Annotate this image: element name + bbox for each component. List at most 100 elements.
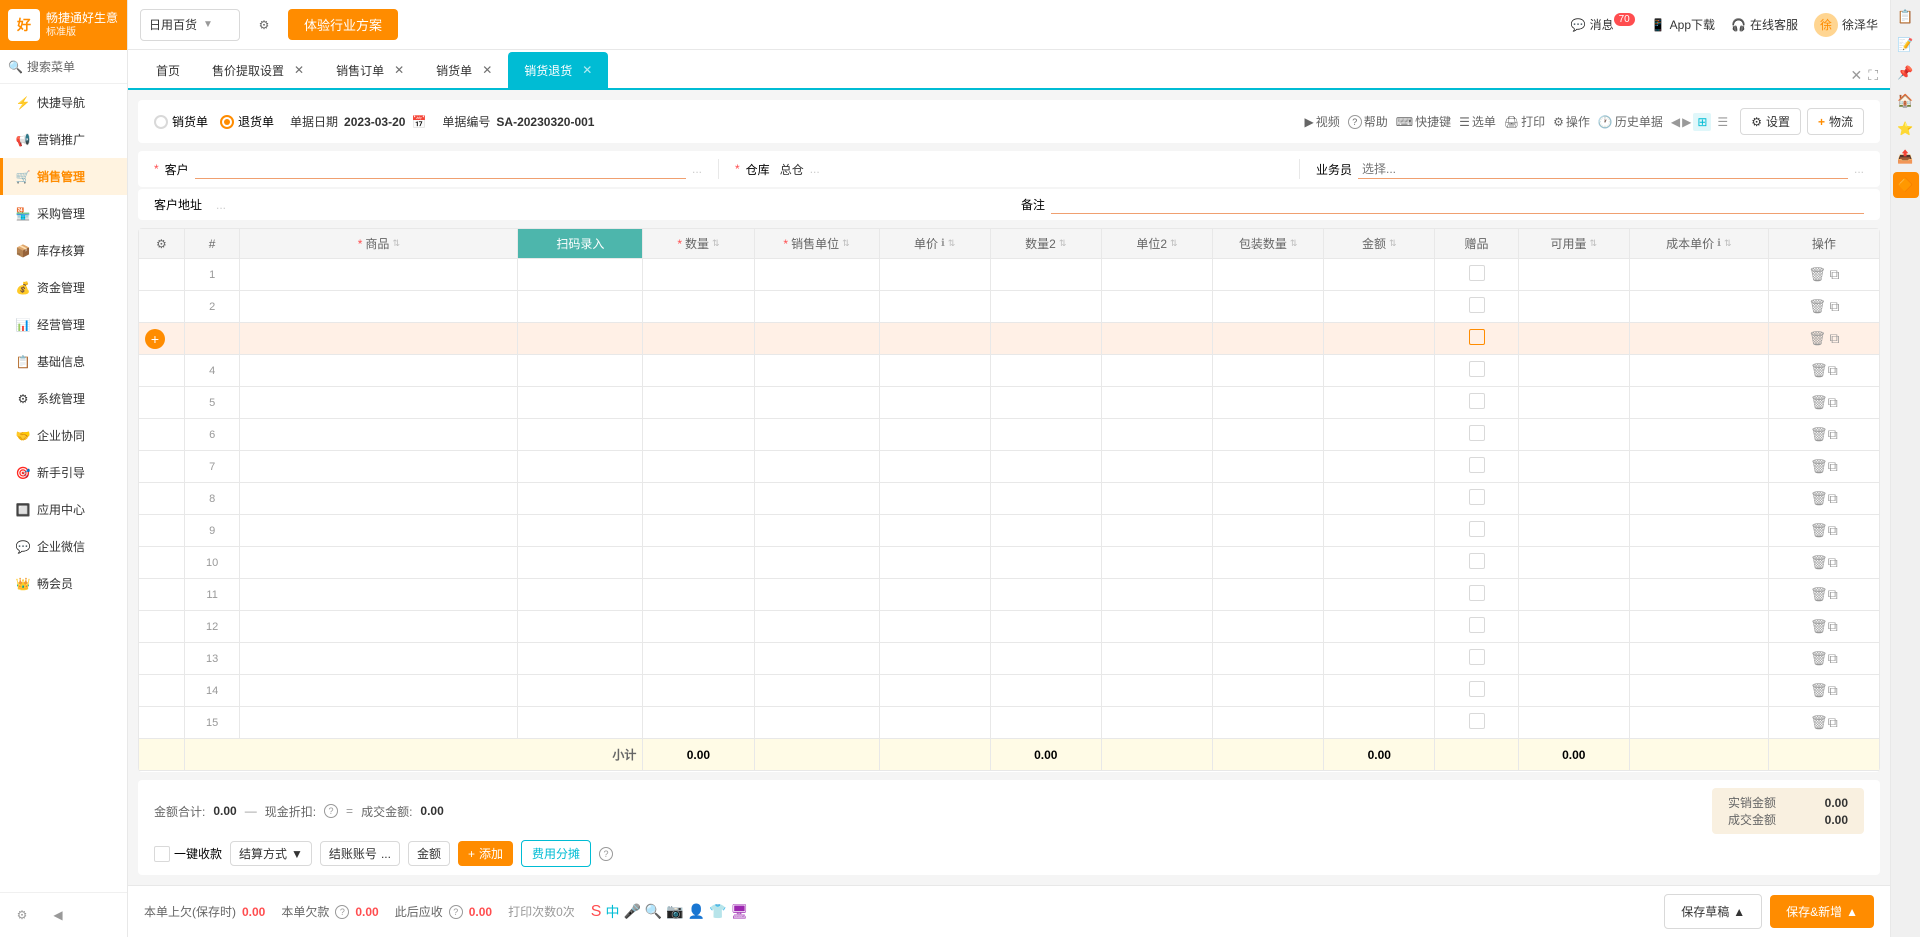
tab-close-sale-order[interactable]: ✕ (394, 63, 404, 77)
amount-sort-icon[interactable]: ⇅ (1389, 238, 1397, 249)
copy-icon[interactable]: ⧉ (1828, 394, 1838, 410)
gift-checkbox[interactable] (1469, 553, 1485, 569)
copy-icon[interactable]: ⧉ (1828, 714, 1838, 730)
topbar-settings-icon[interactable]: ⚙ (248, 9, 280, 41)
gift-checkbox[interactable] (1469, 617, 1485, 633)
gift-checkbox[interactable] (1469, 425, 1485, 441)
delete-icon[interactable]: 🗑 (1810, 426, 1828, 442)
view-grid-icon[interactable]: ⊞ (1693, 113, 1711, 131)
quantity-cell[interactable] (643, 291, 754, 323)
industry-select[interactable]: 日用百货 ▼ (140, 9, 240, 41)
qty-sort-icon[interactable]: ⇅ (712, 238, 720, 249)
one-click-checkbox[interactable] (154, 846, 170, 862)
gift-checkbox[interactable] (1469, 361, 1485, 377)
one-click-payment[interactable]: 一键收款 (154, 845, 222, 862)
toolbar-select[interactable]: ☰ 选单 (1459, 113, 1496, 130)
qty2-sort-icon[interactable]: ⇅ (1059, 238, 1067, 249)
gift-checkbox[interactable] (1469, 713, 1485, 729)
salesperson-dots[interactable]: ... (1854, 162, 1864, 176)
user2-icon[interactable]: 👤 (688, 903, 705, 920)
copy-icon[interactable]: ⧉ (1829, 330, 1839, 346)
qty2-cell[interactable] (990, 259, 1101, 291)
customer-input[interactable] (195, 160, 686, 179)
pack-qty-cell[interactable] (1213, 323, 1324, 355)
gift-checkbox[interactable] (1469, 393, 1485, 409)
sidebar-item-system[interactable]: ⚙ 系统管理 (0, 380, 127, 417)
sidebar-item-newguide[interactable]: 🎯 新手引导 (0, 454, 127, 491)
unit-price-cell[interactable] (879, 259, 990, 291)
delete-icon[interactable]: 🗑 (1810, 586, 1828, 602)
sidebar-item-quicknav[interactable]: ⚡ 快捷导航 (0, 84, 127, 121)
product-cell[interactable] (240, 259, 518, 291)
copy-icon[interactable]: ⧉ (1828, 458, 1838, 474)
product-cell[interactable] (240, 291, 518, 323)
sidebar-item-membership[interactable]: 👑 畅会员 (0, 565, 127, 602)
radio-return[interactable]: 退货单 (220, 113, 274, 130)
account-dots[interactable]: ... (381, 847, 391, 861)
delete-icon[interactable]: 🗑 (1810, 682, 1828, 698)
copy-icon[interactable]: ⧉ (1828, 650, 1838, 666)
sale-unit-cell[interactable] (754, 323, 879, 355)
right-panel-icon-pin[interactable]: 📌 (1893, 60, 1919, 86)
account-method-select[interactable]: 结算方式 ▼ (230, 841, 312, 866)
table-settings-icon[interactable]: ⚙ (156, 237, 167, 251)
tab-home[interactable]: 首页 (140, 52, 196, 88)
unit-price-cell[interactable] (879, 291, 990, 323)
unit-price-info-icon[interactable]: ℹ (941, 238, 945, 249)
prev-page-icon[interactable]: ◀ (1671, 115, 1680, 129)
user-profile-btn[interactable]: 徐 徐泽华 (1814, 13, 1878, 37)
tab-close-window-icon[interactable]: ✕ (1850, 67, 1862, 84)
app-download-btn[interactable]: 📱 App下载 (1651, 16, 1715, 33)
tab-sale-order[interactable]: 销售订单 ✕ (320, 52, 420, 88)
right-panel-icon-active[interactable]: 🔶 (1893, 172, 1919, 198)
copy-icon[interactable]: ⧉ (1828, 490, 1838, 506)
delete-icon[interactable]: 🗑 (1810, 618, 1828, 634)
gift-checkbox[interactable] (1469, 457, 1485, 473)
search2-icon[interactable]: 🔍 (645, 903, 662, 920)
receivable-info-icon[interactable]: ? (449, 905, 463, 919)
expenses-btn[interactable]: 费用分摊 (521, 840, 591, 867)
quantity-cell[interactable] (643, 323, 754, 355)
pack-sort-icon[interactable]: ⇅ (1290, 238, 1298, 249)
add-payment-btn[interactable]: + 添加 (458, 841, 513, 866)
save-new-btn[interactable]: 保存&新增 ▲ (1770, 895, 1874, 928)
delete-icon[interactable]: 🗑 (1810, 362, 1828, 378)
logistics-btn[interactable]: + 物流 (1807, 108, 1864, 135)
right-panel-icon-upload[interactable]: 📤 (1893, 144, 1919, 170)
unit-sort-icon[interactable]: ⇅ (842, 238, 850, 249)
gift-checkbox[interactable] (1469, 681, 1485, 697)
copy-icon[interactable]: ⧉ (1828, 426, 1838, 442)
copy-icon[interactable]: ⧉ (1828, 522, 1838, 538)
gift-checkbox[interactable] (1469, 521, 1485, 537)
toolbar-help[interactable]: ? 帮助 (1348, 113, 1388, 130)
tab-close-sale-return[interactable]: ✕ (582, 63, 592, 77)
sidebar-item-marketing[interactable]: 📢 营销推广 (0, 121, 127, 158)
col-settings[interactable]: ⚙ (139, 229, 185, 259)
gift-checkbox[interactable] (1469, 297, 1485, 313)
delete-icon[interactable]: 🗑 (1808, 330, 1826, 346)
delete-icon[interactable]: 🗑 (1808, 266, 1826, 282)
online-service-btn[interactable]: 🎧 在线客服 (1731, 16, 1798, 33)
message-btn[interactable]: 💬 消息 70 (1571, 16, 1635, 33)
unit2-cell[interactable] (1101, 291, 1212, 323)
qr-icon[interactable]: 📷 (666, 903, 683, 920)
gift-cell[interactable] (1435, 291, 1518, 323)
toolbar-shortcut[interactable]: ⌨ 快捷键 (1396, 113, 1451, 130)
save-draft-arrow[interactable]: ▲ (1733, 905, 1745, 919)
sidebar-collapse-btn[interactable]: ◀ (44, 901, 72, 929)
settings-btn[interactable]: ⚙ 设置 (1740, 108, 1801, 135)
copy-icon[interactable]: ⧉ (1828, 554, 1838, 570)
sidebar-item-enterprise[interactable]: 🤝 企业协同 (0, 417, 127, 454)
copy-icon[interactable]: ⧉ (1828, 618, 1838, 634)
right-panel-icon-edit[interactable]: 📝 (1893, 32, 1919, 58)
copy-icon[interactable]: ⧉ (1828, 682, 1838, 698)
product-sort-icon[interactable]: ⇅ (392, 238, 400, 249)
toolbar-video[interactable]: ▶ 视频 (1305, 113, 1340, 130)
delete-icon[interactable]: 🗑 (1808, 298, 1826, 314)
add-row-btn[interactable]: + (145, 329, 165, 349)
gift-checkbox[interactable] (1469, 489, 1485, 505)
right-panel-icon-home[interactable]: 🏠 (1893, 88, 1919, 114)
gift-cell[interactable] (1435, 323, 1518, 355)
expenses-info-icon[interactable]: ? (599, 847, 613, 861)
copy-icon[interactable]: ⧉ (1828, 362, 1838, 378)
